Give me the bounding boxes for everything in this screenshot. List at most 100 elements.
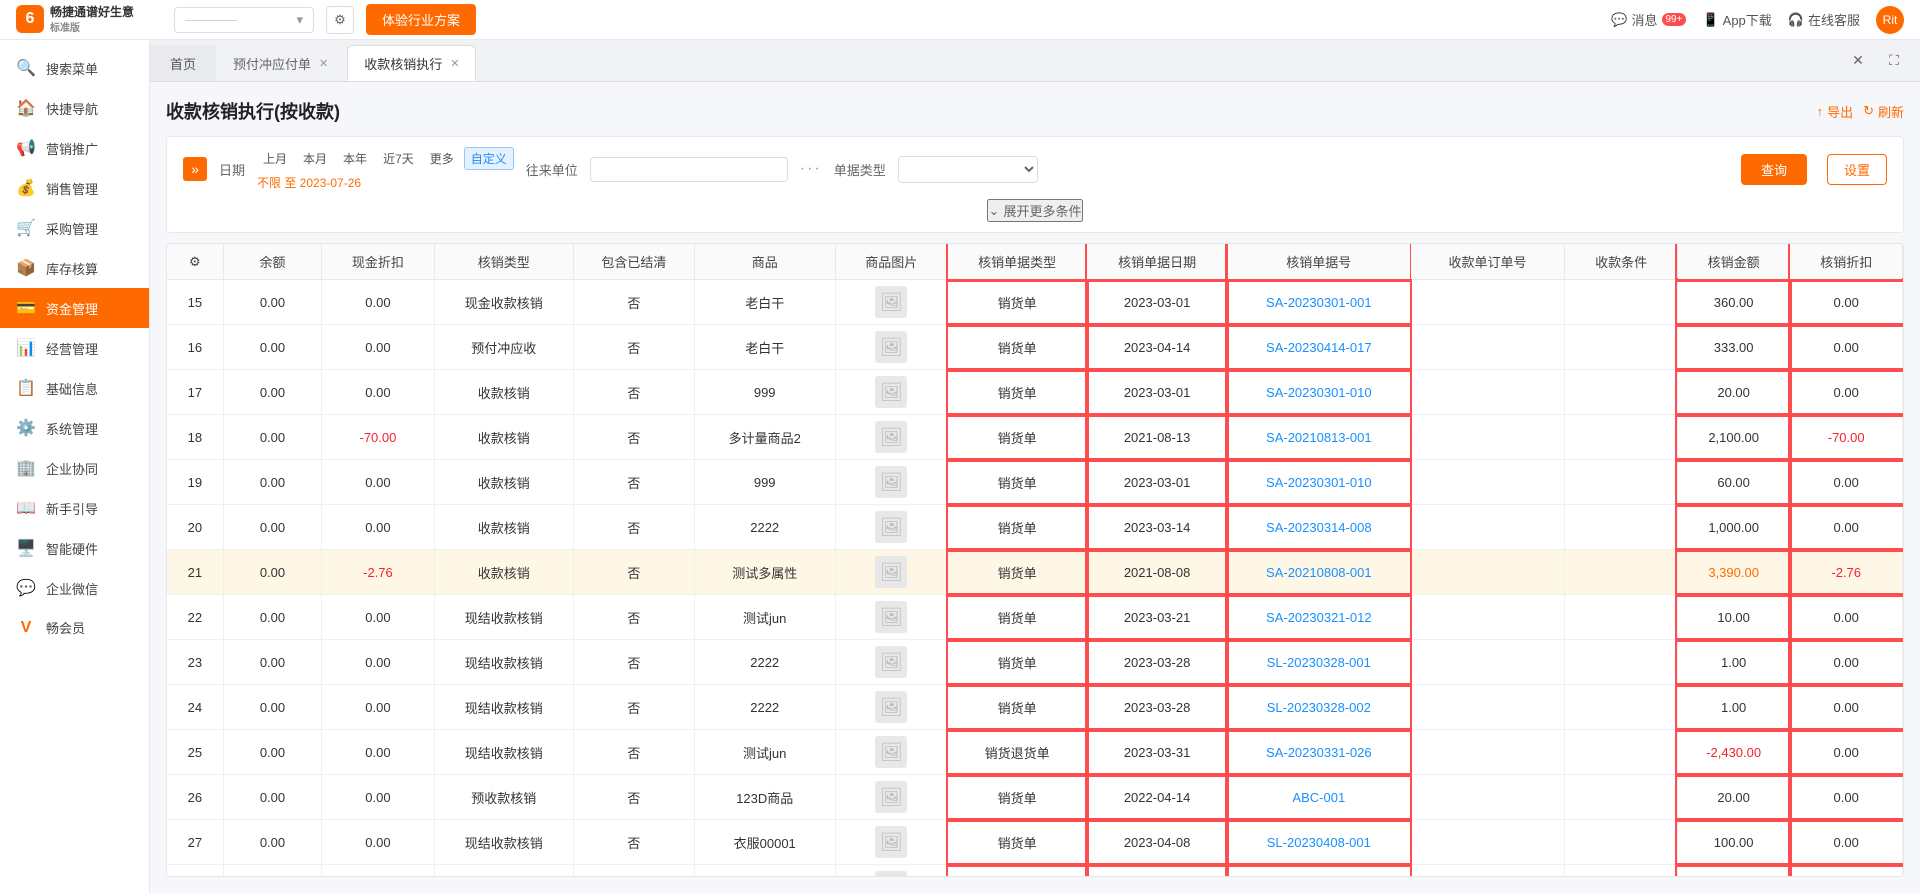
cell-cash-discount: 0.00 [322, 730, 435, 775]
cell-writeoff-amount: 100.00 [1677, 820, 1790, 865]
online-service-item[interactable]: 🎧 在线客服 [1788, 10, 1860, 29]
sidebar-item-system[interactable]: ⚙️ 系统管理 [0, 408, 149, 448]
date-more-btn[interactable]: 更多 [424, 147, 460, 170]
member-icon: V [16, 619, 36, 637]
sidebar-item-member[interactable]: V 畅会员 [0, 608, 149, 647]
th-writeoff-discount: 核销折扣 [1790, 244, 1903, 280]
cell-writeoff-discount: 0.00 [1790, 640, 1903, 685]
app-download-icon: 📱 [1702, 12, 1718, 28]
cell-goods: 老白干 [694, 280, 835, 325]
gear-button[interactable]: ⚙ [326, 6, 354, 34]
cell-include-settled: 否 [573, 775, 694, 820]
bill-no-link[interactable]: SA-20230331-026 [1266, 745, 1372, 760]
cell-bill-report-type: 销货单 [948, 505, 1087, 550]
bill-no-link[interactable]: SA-20210813-001 [1266, 430, 1372, 445]
sidebar-item-guide[interactable]: 📖 新手引导 [0, 488, 149, 528]
sidebar-item-hardware[interactable]: 🖥️ 智能硬件 [0, 528, 149, 568]
message-item[interactable]: 💬 消息 99+ [1611, 10, 1686, 29]
expand-icon: ⌄ [989, 203, 1000, 219]
expand-more-button[interactable]: ⌄ 展开更多条件 [987, 199, 1084, 222]
sidebar-item-operation[interactable]: 📊 经营管理 [0, 328, 149, 368]
date-this-year-btn[interactable]: 本年 [337, 147, 373, 170]
tab-expand-button[interactable]: ⛶ [1880, 46, 1908, 74]
cell-writeoff-type: 收款核销 [434, 415, 573, 460]
cell-writeoff-amount: 2,100.00 [1677, 415, 1790, 460]
cell-bill-report-type: 销货单 [948, 370, 1087, 415]
logo-icon: 6 [16, 5, 44, 33]
bill-type-select[interactable] [898, 156, 1038, 183]
expand-row: ⌄ 展开更多条件 [183, 199, 1887, 222]
cell-writeoff-type: 预付冲应收 [434, 325, 573, 370]
tab-close-all-button[interactable]: ✕ [1844, 46, 1872, 74]
cell-id: 18 [167, 415, 223, 460]
bill-no-link[interactable]: SA-20230414-017 [1266, 340, 1372, 355]
date-custom-btn[interactable]: 自定义 [464, 147, 514, 170]
refresh-button[interactable]: ↻ 刷新 [1863, 102, 1904, 121]
cell-bill-no: SA-20210813-001 [1227, 415, 1410, 460]
sidebar-item-wechat[interactable]: 💬 企业微信 [0, 568, 149, 608]
bill-no-link[interactable]: SA-20230314-008 [1266, 520, 1372, 535]
message-badge: 99+ [1662, 13, 1687, 26]
tab-receipt[interactable]: 收款核销执行 ✕ [347, 45, 476, 81]
user-avatar[interactable]: Rit [1876, 6, 1904, 34]
cell-goods: 999 [694, 460, 835, 505]
cell-goods-image: 🖼 [835, 460, 948, 505]
tab-prepay[interactable]: 预付冲应付单 ✕ [216, 45, 345, 81]
date-7days-btn[interactable]: 近7天 [377, 147, 420, 170]
bill-no-link[interactable]: SA-20230321-012 [1266, 610, 1372, 625]
bill-no-link[interactable]: ABC-001 [1292, 790, 1345, 805]
sidebar-item-inventory[interactable]: 📦 库存核算 [0, 248, 149, 288]
sidebar-item-corp[interactable]: 🏢 企业协同 [0, 448, 149, 488]
user-select[interactable]: ———— ▾ [174, 7, 314, 33]
industry-button[interactable]: 体验行业方案 [366, 4, 476, 35]
settings-button[interactable]: 设置 [1827, 154, 1887, 185]
counterpart-input[interactable] [590, 157, 788, 182]
sidebar-item-finance[interactable]: 💳 资金管理 [0, 288, 149, 328]
sidebar-item-purchase[interactable]: 🛒 采购管理 [0, 208, 149, 248]
sidebar-item-search[interactable]: 🔍 搜索菜单 [0, 48, 149, 88]
sidebar-item-basic[interactable]: 📋 基础信息 [0, 368, 149, 408]
th-settings[interactable]: ⚙ [167, 244, 223, 280]
cell-goods: 测试jun [694, 730, 835, 775]
app-download-item[interactable]: 📱 App下载 [1702, 10, 1771, 29]
bill-no-link[interactable]: SL-20230408-001 [1267, 835, 1371, 850]
sidebar-label-search: 搜索菜单 [46, 59, 98, 78]
sidebar-label-operation: 经营管理 [46, 339, 98, 358]
sidebar-item-marketing[interactable]: 📢 营销推广 [0, 128, 149, 168]
filter-collapse-button[interactable]: » [183, 157, 207, 181]
bill-no-link[interactable]: SA-20210808-001 [1266, 565, 1372, 580]
prepay-tab-close[interactable]: ✕ [319, 57, 328, 70]
operation-icon: 📊 [16, 338, 36, 358]
bill-no-link[interactable]: SA-20230301-010 [1266, 385, 1372, 400]
cell-include-settled: 否 [573, 730, 694, 775]
bill-no-link[interactable]: SL-20230328-001 [1267, 655, 1371, 670]
sidebar-item-nav[interactable]: 🏠 快捷导航 [0, 88, 149, 128]
sidebar-item-sales[interactable]: 💰 销售管理 [0, 168, 149, 208]
tab-home[interactable]: 首页 [150, 45, 216, 81]
date-this-month-btn[interactable]: 本月 [297, 147, 333, 170]
cell-writeoff-discount: 0.00 [1790, 730, 1903, 775]
cell-goods-image: 🖼 [835, 280, 948, 325]
receipt-tab-close[interactable]: ✕ [450, 57, 459, 70]
bill-no-link[interactable]: SA-20230301-001 [1266, 295, 1372, 310]
cell-bill-report-type: 销货单 [948, 685, 1087, 730]
cell-balance: 0.00 [223, 640, 321, 685]
cell-receipt-order-no [1410, 775, 1565, 820]
bill-no-link[interactable]: SL-20230328-002 [1267, 700, 1371, 715]
table-container[interactable]: ⚙ 余额 现金折扣 核销类型 包含已结清 商品 商品图片 核销单据类型 核销单据… [166, 243, 1904, 877]
cell-id: 19 [167, 460, 223, 505]
export-button[interactable]: ↑ 导出 [1817, 102, 1854, 121]
bill-type-filter-label: 单据类型 [834, 160, 886, 179]
cell-bill-report-type: 销货单 [948, 550, 1087, 595]
query-button[interactable]: 查询 [1741, 154, 1807, 185]
th-goods: 商品 [694, 244, 835, 280]
th-writeoff-type: 核销类型 [434, 244, 573, 280]
cell-goods: 123D商品 [694, 775, 835, 820]
cell-balance: 0.00 [223, 820, 321, 865]
cell-writeoff-amount: 100.00 [1677, 865, 1790, 878]
date-last-month-btn[interactable]: 上月 [257, 147, 293, 170]
basic-icon: 📋 [16, 378, 36, 398]
table-row: 17 0.00 0.00 收款核销 否 999 🖼 销货单 2023-03-01… [167, 370, 1903, 415]
bill-no-link[interactable]: SA-20230301-010 [1266, 475, 1372, 490]
cell-goods: 衣服00001 [694, 820, 835, 865]
